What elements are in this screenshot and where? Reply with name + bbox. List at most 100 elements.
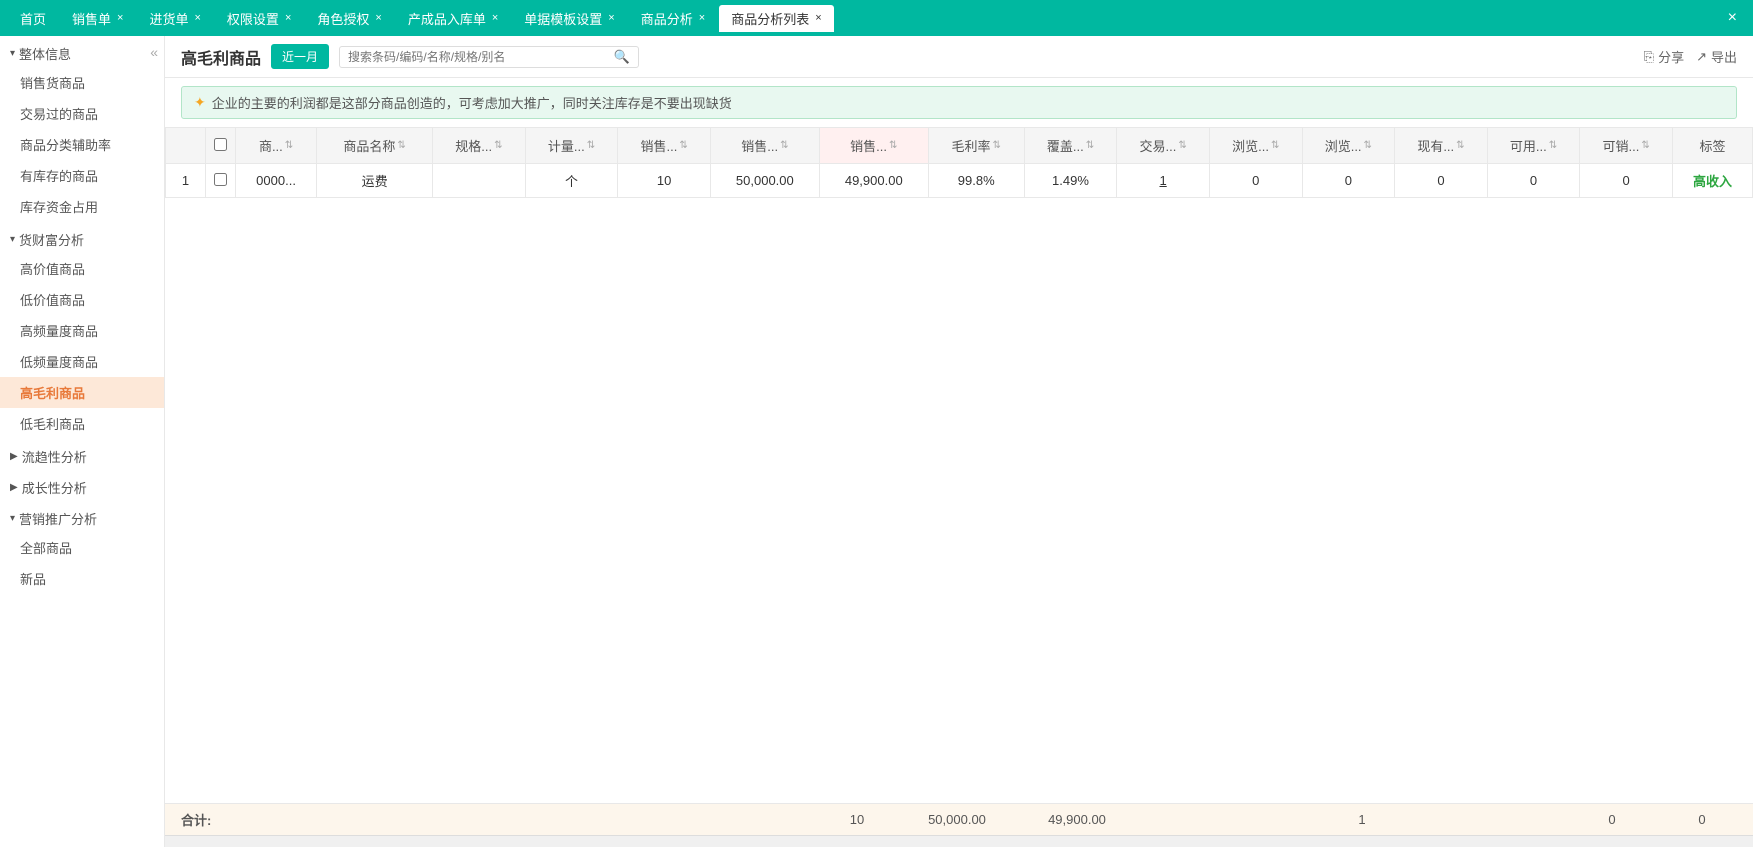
row-coverage: 1.49% (1024, 164, 1117, 198)
close-icon[interactable]: × (608, 12, 614, 24)
sidebar-item-low-margin[interactable]: 低毛利商品 (0, 408, 164, 439)
sort-icon: ⇅ (1549, 140, 1557, 151)
row-sales-qty: 10 (618, 164, 711, 198)
tab-sales[interactable]: 销售单 × (60, 5, 135, 32)
info-banner: ✦ 企业的主要的利润都是这部分商品创造的，可考虑加大推广，同时关注库存是不要出现… (181, 86, 1737, 119)
close-icon[interactable]: × (375, 12, 381, 24)
col-current-stock[interactable]: 现有... ⇅ (1395, 128, 1488, 164)
close-icon[interactable]: × (194, 12, 200, 24)
tab-roles[interactable]: 角色授权 × (305, 5, 393, 32)
tab-home[interactable]: 首页 (8, 5, 58, 32)
row-sales-amount: 50,000.00 (710, 164, 819, 198)
row-available: 0 (1487, 164, 1580, 198)
close-icon[interactable]: × (815, 12, 821, 24)
search-input[interactable] (348, 50, 610, 64)
footer-sales-amount: 50,000.00 (907, 812, 1007, 827)
chevron-right-icon: ▶ (10, 451, 18, 462)
tab-products-in[interactable]: 产成品入库单 × (396, 5, 510, 32)
sort-icon: ⇅ (1178, 140, 1186, 151)
sort-icon: ⇅ (1641, 140, 1649, 151)
sidebar-item-analysis-assist[interactable]: 商品分类辅助率 (0, 129, 164, 160)
row-tag: 高收入 (1672, 164, 1752, 198)
horizontal-scrollbar[interactable] (165, 835, 1753, 847)
search-box[interactable]: 🔍 (339, 46, 639, 68)
sidebar-item-traded-goods[interactable]: 交易过的商品 (0, 98, 164, 129)
sidebar-item-high-freq[interactable]: 高频量度商品 (0, 315, 164, 346)
sort-icon: ⇅ (1086, 140, 1094, 151)
action-buttons: ⎘ 分享 ↗ 导出 (1644, 47, 1737, 66)
col-spec[interactable]: 规格... ⇅ (433, 128, 526, 164)
sort-icon: ⇅ (679, 140, 687, 151)
tab-purchase[interactable]: 进货单 × (137, 5, 212, 32)
col-sales-qty[interactable]: 销售... ⇅ (618, 128, 711, 164)
sidebar-item-low-value[interactable]: 低价值商品 (0, 284, 164, 315)
sidebar-item-sales-goods[interactable]: 销售货商品 (0, 67, 164, 98)
select-all-checkbox[interactable] (214, 138, 227, 151)
footer-available: 0 (1577, 812, 1647, 827)
window-close-button[interactable]: × (1720, 9, 1745, 27)
col-unit[interactable]: 计量... ⇅ (525, 128, 618, 164)
share-icon: ⎘ (1644, 49, 1654, 65)
data-table-wrapper[interactable]: 商... ⇅ 商品名称 ⇅ 规格... (165, 127, 1753, 803)
col-browse1[interactable]: 浏览... ⇅ (1209, 128, 1302, 164)
row-name: 运费 (317, 164, 433, 198)
col-sales-amount[interactable]: 销售... ⇅ (710, 128, 819, 164)
row-spec (433, 164, 526, 198)
col-saleable[interactable]: 可销... ⇅ (1580, 128, 1673, 164)
tab-permissions[interactable]: 权限设置 × (215, 5, 303, 32)
sidebar: « ▾ 整体信息 销售货商品 交易过的商品 商品分类辅助率 有库存的商品 库存资… (0, 36, 165, 847)
share-button[interactable]: ⎘ 分享 (1644, 47, 1684, 66)
trade-count-link[interactable]: 1 (1159, 173, 1166, 188)
tag-label: 高收入 (1693, 174, 1732, 189)
col-index (166, 128, 206, 164)
sidebar-item-stocked-goods[interactable]: 有库存的商品 (0, 160, 164, 191)
sort-icon: ⇅ (780, 140, 788, 151)
col-tag: 标签 (1672, 128, 1752, 164)
row-select-checkbox[interactable] (214, 173, 227, 186)
search-icon: 🔍 (614, 49, 630, 65)
close-icon[interactable]: × (699, 12, 705, 24)
col-available[interactable]: 可用... ⇅ (1487, 128, 1580, 164)
close-icon[interactable]: × (492, 12, 498, 24)
sidebar-item-all-goods[interactable]: 全部商品 (0, 532, 164, 563)
info-icon: ✦ (194, 94, 206, 111)
close-icon[interactable]: × (117, 12, 123, 24)
sidebar-group-growth-analysis[interactable]: ▶ 成长性分析 (0, 470, 164, 501)
sidebar-item-new-goods[interactable]: 新品 (0, 563, 164, 594)
col-name[interactable]: 商品名称 ⇅ (317, 128, 433, 164)
chevron-down-icon: ▾ (10, 513, 15, 524)
col-gross-rate[interactable]: 毛利率 ⇅ (928, 128, 1024, 164)
col-coverage[interactable]: 覆盖... ⇅ (1024, 128, 1117, 164)
row-index: 1 (166, 164, 206, 198)
tab-analysis-list[interactable]: 商品分析列表 × (719, 5, 833, 32)
sort-icon: ⇅ (397, 140, 405, 151)
tab-analysis[interactable]: 商品分析 × (629, 5, 717, 32)
row-checkbox[interactable] (206, 164, 236, 198)
page-title: 高毛利商品 (181, 45, 261, 69)
sidebar-item-inventory-occupy[interactable]: 库存资金占用 (0, 191, 164, 222)
footer-saleable: 0 (1667, 812, 1737, 827)
sidebar-collapse-button[interactable]: « (150, 44, 158, 60)
sidebar-item-high-margin[interactable]: 高毛利商品 (0, 377, 164, 408)
sidebar-item-low-freq[interactable]: 低频量度商品 (0, 346, 164, 377)
export-button[interactable]: ↗ 导出 (1696, 47, 1737, 66)
main-layout: « ▾ 整体信息 销售货商品 交易过的商品 商品分类辅助率 有库存的商品 库存资… (0, 36, 1753, 847)
col-checkbox[interactable] (206, 128, 236, 164)
tab-templates[interactable]: 单据模板设置 × (512, 5, 626, 32)
filter-recent-month-button[interactable]: 近一月 (271, 44, 329, 69)
col-code[interactable]: 商... ⇅ (236, 128, 317, 164)
sort-icon: ⇅ (1271, 140, 1279, 151)
data-table: 商... ⇅ 商品名称 ⇅ 规格... (165, 127, 1753, 198)
close-icon[interactable]: × (285, 12, 291, 24)
col-browse2[interactable]: 浏览... ⇅ (1302, 128, 1395, 164)
sidebar-item-high-value[interactable]: 高价值商品 (0, 253, 164, 284)
col-trade-count[interactable]: 交易... ⇅ (1117, 128, 1210, 164)
sidebar-group-marketing-analysis[interactable]: ▾ 营销推广分析 (0, 501, 164, 532)
col-sales-profit[interactable]: 销售... ⇅ (819, 128, 928, 164)
row-sales-profit: 49,900.00 (819, 164, 928, 198)
sidebar-group-overall[interactable]: ▾ 整体信息 (0, 36, 164, 67)
row-saleable: 0 (1580, 164, 1673, 198)
sidebar-group-asset-analysis[interactable]: ▾ 货财富分析 (0, 222, 164, 253)
sidebar-group-trend-analysis[interactable]: ▶ 流趋性分析 (0, 439, 164, 470)
row-unit: 个 (525, 164, 618, 198)
